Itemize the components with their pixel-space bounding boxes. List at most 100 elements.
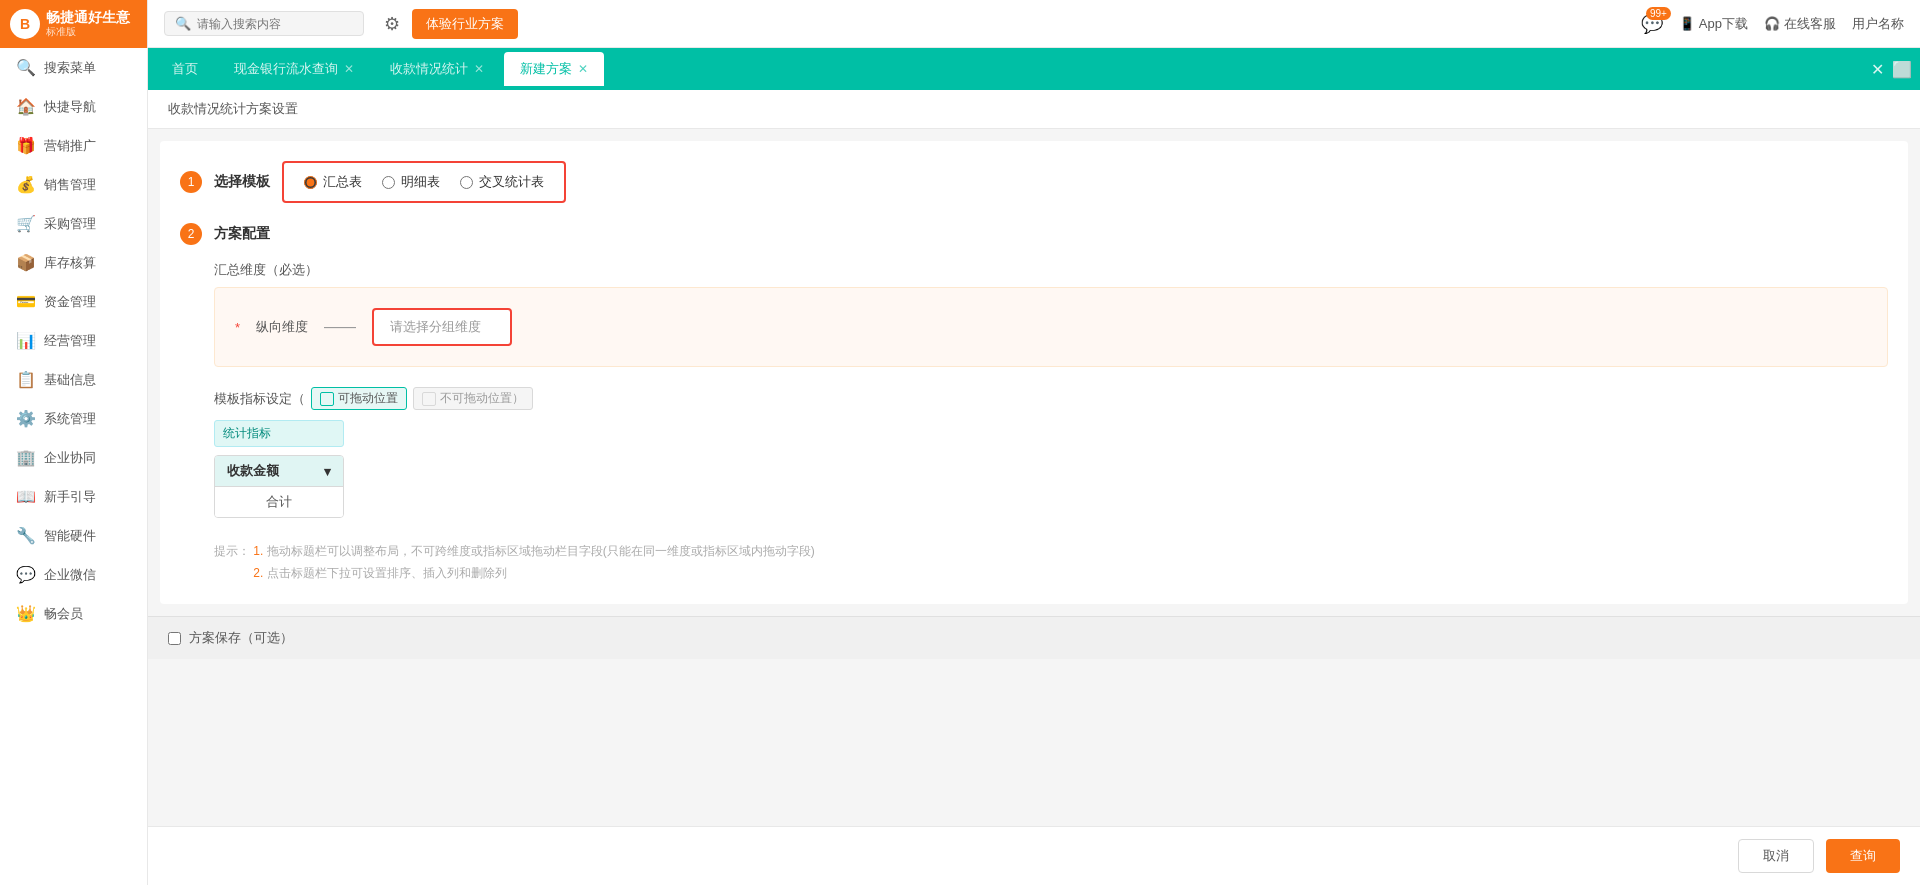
step2-row: 2 方案配置 — [180, 223, 1888, 245]
user-info[interactable]: 用户名称 — [1852, 15, 1904, 33]
radio-summary[interactable]: 汇总表 — [304, 173, 362, 191]
step2-label: 方案配置 — [214, 225, 270, 243]
tab-new-plan-label: 新建方案 — [520, 60, 572, 78]
sidebar-system-label: 系统管理 — [44, 410, 96, 428]
save-label[interactable]: 方案保存（可选） — [189, 629, 293, 647]
maximize-btn[interactable]: ⬜ — [1892, 60, 1912, 79]
save-checkbox[interactable] — [168, 632, 181, 645]
sidebar-purchase-label: 采购管理 — [44, 215, 96, 233]
step1-row: 1 选择模板 汇总表 明细表 交叉统计表 — [180, 161, 1888, 203]
close-window-btn[interactable]: ✕ — [1871, 60, 1884, 79]
sidebar-operation-icon: 📊 — [16, 331, 36, 350]
sidebar-inventory-icon: 📦 — [16, 253, 36, 272]
sidebar-sales-label: 销售管理 — [44, 176, 96, 194]
sidebar-smart-hw-label: 智能硬件 — [44, 527, 96, 545]
indicator-title-part1: 模板指标设定（ — [214, 390, 305, 408]
hint-strong: 1. — [253, 544, 263, 558]
sidebar-item-search-menu[interactable]: 🔍搜索菜单 — [0, 48, 147, 87]
step1-circle: 1 — [180, 171, 202, 193]
page-header: 收款情况统计方案设置 — [148, 90, 1920, 129]
stats-section-badge: 统计指标 — [214, 420, 344, 447]
main-card: 1 选择模板 汇总表 明细表 交叉统计表 — [160, 141, 1908, 604]
topbar-actions: 💬 99+ 📱 App下载 🎧 在线客服 用户名称 — [1641, 13, 1904, 35]
dimension-select[interactable]: 请选择分组维度 — [372, 308, 512, 346]
content-area: 收款情况统计方案设置 1 选择模板 汇总表 明细表 — [148, 90, 1920, 826]
tab-new-plan-close[interactable]: ✕ — [578, 62, 588, 76]
search-input[interactable] — [197, 17, 347, 31]
radio-detail[interactable]: 明细表 — [382, 173, 440, 191]
sidebar-item-finance[interactable]: 💳资金管理 — [0, 282, 147, 321]
vertical-label: 纵向维度 — [256, 318, 308, 336]
sidebar-item-system[interactable]: ⚙️ 系统管理 — [0, 399, 147, 438]
cancel-button[interactable]: 取消 — [1738, 839, 1814, 873]
sidebar-item-marketing[interactable]: 🎁营销推广 — [0, 126, 147, 165]
main-area: 🔍 ⚙ 体验行业方案 💬 99+ 📱 App下载 🎧 在线客服 用户名称 — [148, 0, 1920, 885]
gear-icon[interactable]: ⚙ — [384, 13, 400, 35]
tab-cashflow-close[interactable]: ✕ — [344, 62, 354, 76]
sidebar-weixin-label: 企业微信 — [44, 566, 96, 584]
service-label: 在线客服 — [1784, 15, 1836, 33]
step2-section: 2 方案配置 汇总维度（必选） * 纵向维度 —— 请选择分组维度 — [180, 223, 1888, 584]
sidebar-system-icon: ⚙️ — [16, 409, 36, 428]
radio-detail-label[interactable]: 明细表 — [401, 173, 440, 191]
template-selection-box: 汇总表 明细表 交叉统计表 — [282, 161, 566, 203]
radio-cross-label[interactable]: 交叉统计表 — [479, 173, 544, 191]
radio-detail-input[interactable] — [382, 176, 395, 189]
query-button[interactable]: 查询 — [1826, 839, 1900, 873]
sidebar-basic-icon: 📋 — [16, 370, 36, 389]
app-download-label: App下载 — [1699, 15, 1748, 33]
radio-summary-label[interactable]: 汇总表 — [323, 173, 362, 191]
stats-dropdown-icon[interactable]: ▾ — [324, 464, 331, 479]
topbar: 🔍 ⚙ 体验行业方案 💬 99+ 📱 App下载 🎧 在线客服 用户名称 — [148, 0, 1920, 48]
sidebar-item-inventory[interactable]: 📦 库存核算 — [0, 243, 147, 282]
online-service[interactable]: 🎧 在线客服 — [1764, 15, 1836, 33]
tab-cashflow[interactable]: 现金银行流水查询 ✕ — [218, 52, 370, 86]
sidebar-item-guide[interactable]: 📖新手引导 — [0, 477, 147, 516]
stats-header-label: 收款金额 — [227, 462, 279, 480]
sidebar-item-weixin[interactable]: 💬企业微信 — [0, 555, 147, 594]
stats-section-label-text: 统计指标 收款金额 ▾ 合计 — [214, 420, 344, 521]
sidebar-item-smart-hw[interactable]: 🔧智能硬件 — [0, 516, 147, 555]
sidebar-enterprise-label: 企业协同 — [44, 449, 96, 467]
app-download[interactable]: 📱 App下载 — [1679, 15, 1748, 33]
message-badge: 99+ — [1646, 7, 1671, 20]
sidebar-sales-icon: 💰 — [16, 175, 36, 194]
sidebar-item-operation[interactable]: 📊 经营管理 — [0, 321, 147, 360]
stats-cell-total: 合计 — [215, 487, 343, 517]
sidebar-operation-label: 经营管理 — [44, 332, 96, 350]
sidebar-inventory-label: 库存核算 — [44, 254, 96, 272]
tab-stats[interactable]: 收款情况统计 ✕ — [374, 52, 500, 86]
sidebar-item-enterprise[interactable]: 🏢 企业协同 — [0, 438, 147, 477]
draggable-label: 可拖动位置 — [338, 390, 398, 407]
sidebar-quick-nav-icon: 🏠 — [16, 97, 36, 116]
draggable-tag: 可拖动位置 — [311, 387, 407, 410]
sidebar-item-purchase[interactable]: 🛒 采购管理 — [0, 204, 147, 243]
hint-strong-2: 2. — [253, 566, 263, 580]
sidebar-item-basic[interactable]: 📋 基础信息 — [0, 360, 147, 399]
headset-icon: 🎧 — [1764, 16, 1780, 31]
sidebar-item-sales[interactable]: 💰 销售管理 — [0, 165, 147, 204]
industry-btn[interactable]: 体验行业方案 — [412, 9, 518, 39]
tab-home[interactable]: 首页 — [156, 52, 214, 86]
tab-new-plan[interactable]: 新建方案 ✕ — [504, 52, 604, 86]
sidebar-enterprise-icon: 🏢 — [16, 448, 36, 467]
sidebar-item-member[interactable]: 👑畅会员 — [0, 594, 147, 633]
dimension-placeholder: 请选择分组维度 — [390, 318, 481, 336]
search-icon: 🔍 — [175, 16, 191, 31]
message-icon-wrapper[interactable]: 💬 99+ — [1641, 13, 1663, 35]
hint-line-2: 提示： 2. 点击标题栏下拉可设置排序、插入列和删除列 — [214, 563, 1888, 585]
stats-header-row[interactable]: 收款金额 ▾ — [215, 456, 343, 487]
hint-prefix: 提示： — [214, 544, 250, 558]
radio-cross-input[interactable] — [460, 176, 473, 189]
nav-tabs: 首页 现金银行流水查询 ✕ 收款情况统计 ✕ 新建方案 ✕ ✕ ⬜ — [148, 48, 1920, 90]
radio-cross[interactable]: 交叉统计表 — [460, 173, 544, 191]
sidebar-purchase-icon: 🛒 — [16, 214, 36, 233]
tab-stats-close[interactable]: ✕ — [474, 62, 484, 76]
radio-summary-input[interactable] — [304, 176, 317, 189]
phone-icon: 📱 — [1679, 16, 1695, 31]
non-draggable-tag: 不可拖动位置） — [413, 387, 533, 410]
sidebar-search-menu-icon: 🔍 — [16, 58, 36, 77]
search-box[interactable]: 🔍 — [164, 11, 364, 36]
sidebar-basic-label: 基础信息 — [44, 371, 96, 389]
sidebar-item-quick-nav[interactable]: 🏠快捷导航 — [0, 87, 147, 126]
